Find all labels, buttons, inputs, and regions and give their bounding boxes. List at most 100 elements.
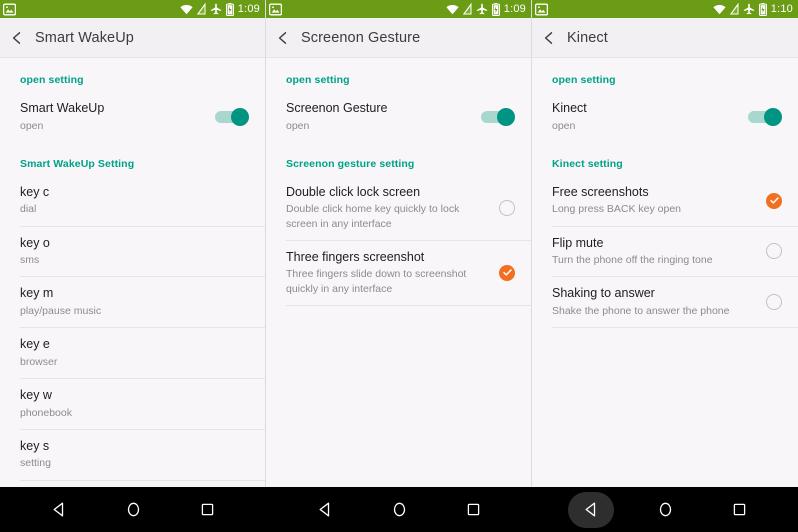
recents-square-icon [733, 503, 745, 516]
settings-row-text: key s setting [20, 439, 249, 471]
settings-row-title: Double click lock screen [286, 184, 421, 199]
back-triangle-icon [319, 502, 329, 517]
settings-row-text: Three fingers screenshot Three fingers sl… [286, 250, 499, 296]
section-header: open setting [20, 74, 84, 86]
status-bar-clock: 1:09 [237, 2, 260, 15]
home-circle-icon [659, 502, 671, 517]
settings-row[interactable]: Shaking to answer Shake the phone to answ… [532, 277, 798, 327]
back-triangle-icon [585, 502, 595, 517]
battery-icon [758, 2, 767, 16]
settings-list[interactable]: open setting Screenon Gesture open Screeno… [266, 58, 531, 532]
list-divider [20, 479, 265, 481]
airplane-mode-icon [210, 3, 221, 15]
settings-row-title: key m [20, 286, 54, 301]
screenshot-image-icon [535, 3, 548, 15]
back-button[interactable] [36, 492, 82, 528]
settings-row[interactable]: Double click lock screen Double click hom… [266, 176, 531, 240]
home-circle-icon [393, 502, 405, 517]
home-button[interactable] [110, 492, 156, 528]
list-divider [286, 304, 531, 306]
settings-row-title: key e [20, 337, 50, 352]
status-bar-notifications [269, 3, 446, 16]
battery-icon [225, 2, 234, 16]
back-button[interactable] [302, 492, 348, 528]
list-divider [552, 327, 798, 329]
settings-row[interactable]: key o sms [0, 227, 265, 277]
page-title: Smart WakeUp [35, 29, 134, 46]
settings-row-subtitle: open [552, 119, 576, 132]
recents-button[interactable] [450, 492, 496, 528]
settings-row[interactable]: Screenon Gesture open [266, 92, 531, 142]
settings-row[interactable]: key s setting [0, 430, 265, 480]
toggle-switch[interactable] [215, 107, 249, 127]
radio-button-selected[interactable] [766, 192, 782, 209]
settings-row[interactable]: key m play/pause music [0, 277, 265, 327]
status-bar-clock: 1:10 [770, 2, 793, 15]
settings-row-subtitle: sms [20, 254, 40, 267]
settings-row-subtitle: Double click home key quickly to lock sc… [286, 203, 460, 230]
radio-button-unselected[interactable] [766, 294, 782, 311]
radio-button-unselected[interactable] [766, 243, 782, 260]
settings-row-title: Screenon Gesture [286, 101, 388, 115]
settings-row-text: key m play/pause music [20, 286, 249, 318]
airplane-mode-icon [743, 3, 754, 15]
recents-button[interactable] [716, 492, 762, 528]
settings-row[interactable]: Three fingers screenshot Three fingers sl… [266, 241, 531, 305]
recents-square-icon [467, 503, 479, 516]
radio-button-unselected[interactable] [499, 199, 515, 216]
settings-row[interactable]: Smart WakeUp open [0, 92, 265, 142]
wifi-icon [180, 4, 193, 14]
back-button[interactable] [276, 31, 290, 45]
settings-row-text: Shaking to answer Shake the phone to answ… [552, 286, 766, 318]
settings-row[interactable]: key e browser [0, 328, 265, 378]
toggle-thumb [497, 107, 515, 126]
screenshot-image-icon [269, 3, 282, 15]
settings-row-subtitle: phonebook [20, 406, 72, 419]
no-sim-icon [462, 3, 472, 15]
toggle-switch[interactable] [481, 107, 515, 127]
section-header: open setting [286, 74, 350, 86]
home-button[interactable] [642, 492, 688, 528]
recents-button[interactable] [184, 492, 230, 528]
status-bar: 1:09 [0, 0, 265, 18]
settings-row-title: key c [20, 184, 50, 199]
home-circle-icon [127, 502, 139, 517]
settings-list[interactable]: open setting Kinect open Kinect setting Fre… [532, 58, 798, 532]
settings-row-subtitle: setting [20, 457, 51, 470]
settings-list[interactable]: open setting Smart WakeUp open Smart WakeU… [0, 58, 265, 532]
back-triangle-icon [53, 502, 63, 517]
nav-group-1 [0, 487, 266, 532]
back-button[interactable] [568, 491, 614, 528]
settings-row[interactable]: Free screenshots Long press BACK key open [532, 176, 798, 226]
toggle-switch[interactable] [748, 107, 782, 127]
status-bar-system-icons: 1:10 [713, 2, 793, 16]
settings-row-title: key w [20, 387, 52, 402]
settings-row-text: key e browser [20, 337, 249, 369]
settings-row[interactable]: key c dial [0, 176, 265, 226]
settings-row[interactable]: Flip mute Turn the phone off the ringing … [532, 227, 798, 277]
settings-row-title: Smart WakeUp [20, 101, 105, 115]
no-sim-icon [196, 3, 206, 15]
radio-button-selected[interactable] [499, 264, 515, 281]
settings-row[interactable]: key w phonebook [0, 379, 265, 429]
settings-row[interactable]: Kinect open [532, 92, 798, 142]
settings-row-subtitle: play/pause music [20, 305, 102, 318]
settings-panel-1: 1:09 Smart WakeUp open setting Smart WakeUp… [0, 0, 266, 532]
nav-group-3 [532, 487, 798, 532]
back-button[interactable] [542, 31, 556, 45]
settings-panel-2: 1:09 Screenon Gesture open setting Screenon… [266, 0, 532, 532]
settings-row-subtitle: open [286, 119, 310, 132]
back-chevron-icon [544, 31, 553, 44]
screenshot-image-icon [3, 3, 16, 15]
airplane-mode-icon [476, 3, 487, 15]
back-button[interactable] [10, 31, 24, 45]
settings-row-subtitle: Three fingers slide down to screenshot q… [286, 268, 467, 295]
section-header: open setting [552, 74, 616, 86]
section-header: Kinect setting [552, 157, 623, 170]
settings-row-text: Free screenshots Long press BACK key open [552, 185, 766, 217]
settings-panel-3: 1:10 Kinect open setting Kinect open Kinect … [532, 0, 798, 532]
toggle-thumb [231, 107, 249, 126]
home-button[interactable] [376, 492, 422, 528]
settings-row-text: Smart WakeUp open [20, 101, 215, 133]
settings-row-subtitle: browser [20, 355, 58, 368]
